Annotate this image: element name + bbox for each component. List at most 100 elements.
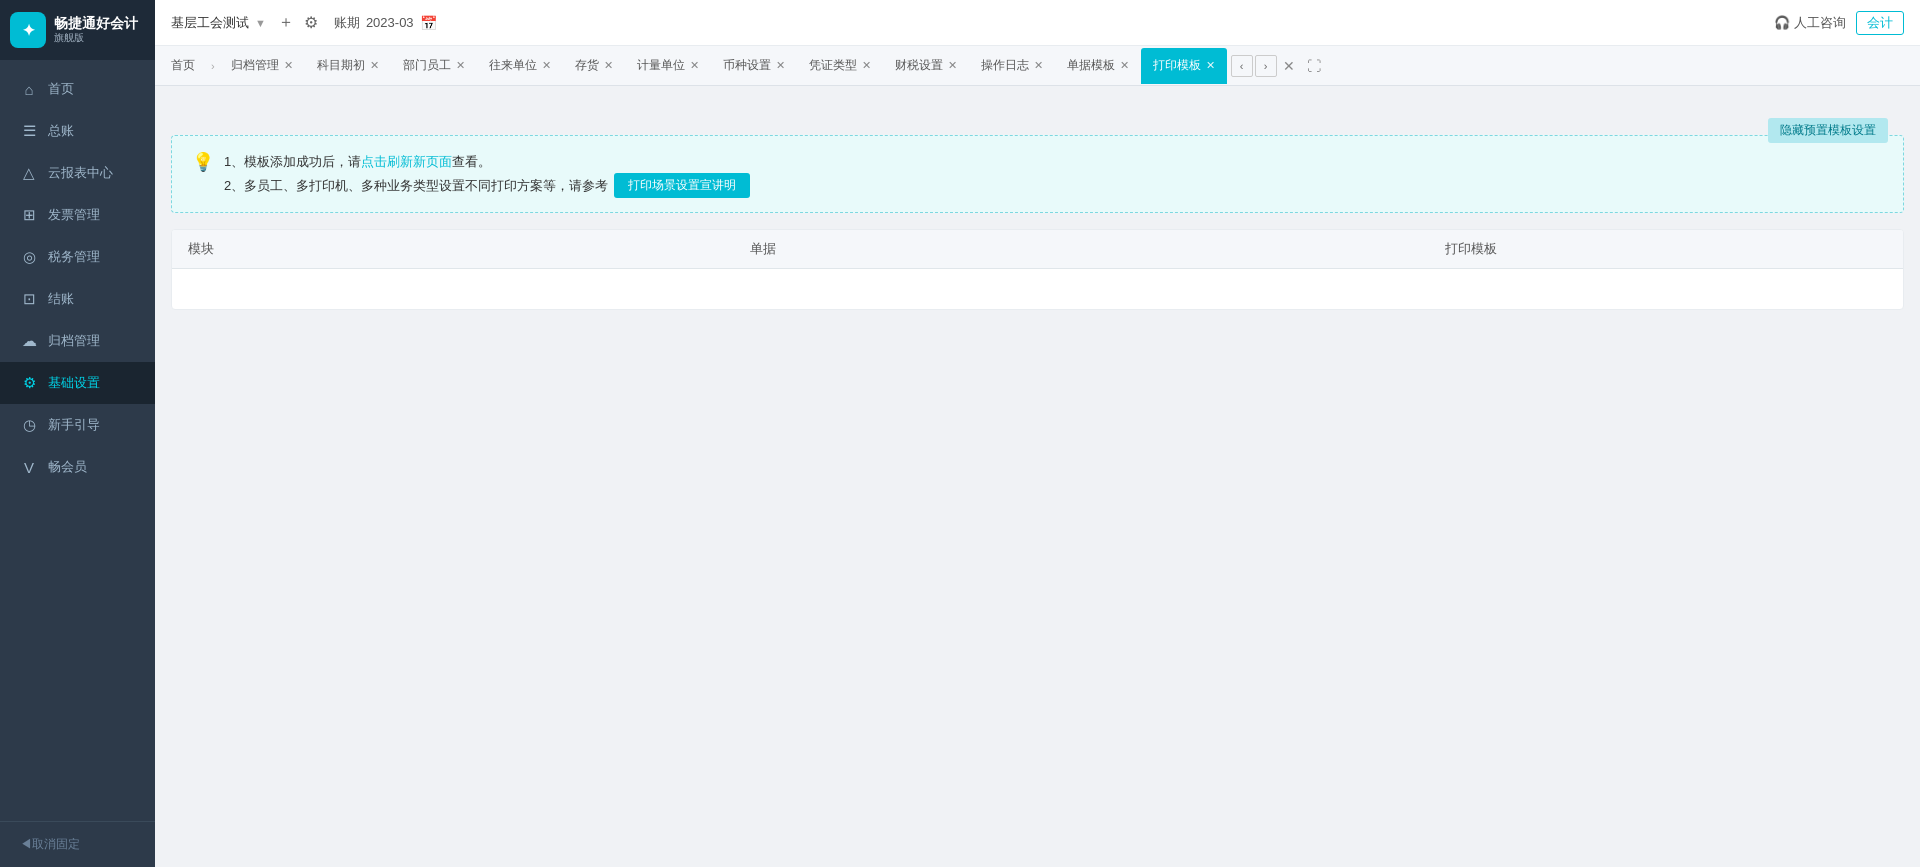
tab-supplier-label: 往来单位 bbox=[489, 57, 537, 74]
tab-sep: › bbox=[211, 60, 215, 72]
table-header: 模块 单据 打印模板 bbox=[172, 230, 1903, 269]
sidebar-label-archive: 归档管理 bbox=[48, 332, 100, 350]
tab-supplier[interactable]: 往来单位 ✕ bbox=[477, 48, 563, 84]
tab-measure[interactable]: 计量单位 ✕ bbox=[625, 48, 711, 84]
ledger-icon: ☰ bbox=[20, 122, 38, 140]
logo-text-block: 畅捷通好会计 旗舰版 bbox=[54, 15, 138, 46]
sidebar: ✦ 畅捷通好会计 旗舰版 ⌂ 首页 ☰ 总账 △ 云报表中心 ⊞ 发票管理 ◎ … bbox=[0, 0, 155, 867]
notice-text-2: 2、多员工、多打印机、多种业务类型设置不同打印方案等，请参考 bbox=[224, 174, 608, 197]
company-selector[interactable]: 基层工会测试 ▼ bbox=[171, 14, 266, 32]
tab-archive[interactable]: 归档管理 ✕ bbox=[219, 48, 305, 84]
tab-home[interactable]: 首页 bbox=[159, 48, 207, 84]
notice-line-2: 2、多员工、多打印机、多种业务类型设置不同打印方案等，请参考 打印场景设置宣讲明 bbox=[224, 173, 750, 198]
page-content: 隐藏预置模板设置 💡 1、模板添加成功后，请点击刷新新页面查看。 2、多员工、多… bbox=[155, 86, 1920, 867]
tab-simple-template-close-icon[interactable]: ✕ bbox=[1120, 59, 1129, 72]
account-type-badge[interactable]: 会计 bbox=[1856, 11, 1904, 35]
tab-currency[interactable]: 币种设置 ✕ bbox=[711, 48, 797, 84]
topbar: 基层工会测试 ▼ ＋ ⚙ 账期 2023-03 📅 🎧 人工咨询 会计 bbox=[155, 0, 1920, 46]
tab-operation-log-label: 操作日志 bbox=[981, 57, 1029, 74]
sidebar-label-ledger: 总账 bbox=[48, 122, 74, 140]
sidebar-item-invoice[interactable]: ⊞ 发票管理 bbox=[0, 194, 155, 236]
invoice-icon: ⊞ bbox=[20, 206, 38, 224]
sidebar-label-reports: 云报表中心 bbox=[48, 164, 113, 182]
sidebar-label-member: 畅会员 bbox=[48, 458, 87, 476]
tab-stock-close-icon[interactable]: ✕ bbox=[604, 59, 613, 72]
reports-icon: △ bbox=[20, 164, 38, 182]
content-wrapper: 隐藏预置模板设置 💡 1、模板添加成功后，请点击刷新新页面查看。 2、多员工、多… bbox=[171, 102, 1904, 310]
period-label: 账期 bbox=[334, 14, 360, 32]
table-col-voucher: 单据 bbox=[734, 240, 1429, 258]
tab-measure-close-icon[interactable]: ✕ bbox=[690, 59, 699, 72]
tab-subject[interactable]: 科目期初 ✕ bbox=[305, 48, 391, 84]
tab-operation-log[interactable]: 操作日志 ✕ bbox=[969, 48, 1055, 84]
member-icon: V bbox=[20, 459, 38, 476]
period-info: 账期 2023-03 📅 bbox=[334, 14, 437, 32]
tab-currency-close-icon[interactable]: ✕ bbox=[776, 59, 785, 72]
sidebar-label-guide: 新手引导 bbox=[48, 416, 100, 434]
headset-icon: 🎧 bbox=[1774, 15, 1790, 30]
tab-simple-template-label: 单据模板 bbox=[1067, 57, 1115, 74]
topbar-right: 🎧 人工咨询 会计 bbox=[1774, 11, 1904, 35]
add-tab-button[interactable]: ＋ bbox=[278, 12, 294, 33]
customer-service-button[interactable]: 🎧 人工咨询 bbox=[1774, 14, 1846, 32]
tab-supplier-close-icon[interactable]: ✕ bbox=[542, 59, 551, 72]
tab-tax-settings[interactable]: 财税设置 ✕ bbox=[883, 48, 969, 84]
sidebar-unpin-button[interactable]: ◀︎取消固定 bbox=[0, 821, 155, 867]
main-area: 基层工会测试 ▼ ＋ ⚙ 账期 2023-03 📅 🎧 人工咨询 会计 首页 ›… bbox=[155, 0, 1920, 867]
closing-icon: ⊡ bbox=[20, 290, 38, 308]
sidebar-item-member[interactable]: V 畅会员 bbox=[0, 446, 155, 488]
tab-tax-settings-label: 财税设置 bbox=[895, 57, 943, 74]
hide-preset-templates-button[interactable]: 隐藏预置模板设置 bbox=[1768, 118, 1888, 143]
tab-archive-close-icon[interactable]: ✕ bbox=[284, 59, 293, 72]
expand-button[interactable]: ⛶ bbox=[1301, 56, 1327, 76]
tab-department-label: 部门员工 bbox=[403, 57, 451, 74]
sidebar-label-home: 首页 bbox=[48, 80, 74, 98]
tab-stock-label: 存货 bbox=[575, 57, 599, 74]
notice-row: 💡 1、模板添加成功后，请点击刷新新页面查看。 2、多员工、多打印机、多种业务类… bbox=[192, 150, 1883, 198]
sidebar-item-reports[interactable]: △ 云报表中心 bbox=[0, 152, 155, 194]
sidebar-item-archive[interactable]: ☁ 归档管理 bbox=[0, 320, 155, 362]
sidebar-item-ledger[interactable]: ☰ 总账 bbox=[0, 110, 155, 152]
tab-operation-log-close-icon[interactable]: ✕ bbox=[1034, 59, 1043, 72]
sidebar-nav: ⌂ 首页 ☰ 总账 △ 云报表中心 ⊞ 发票管理 ◎ 税务管理 ⊡ 结账 ☁ 归… bbox=[0, 60, 155, 821]
calendar-icon[interactable]: 📅 bbox=[420, 15, 437, 31]
notice-text-1b: 查看。 bbox=[452, 154, 491, 169]
sidebar-item-settings[interactable]: ⚙ 基础设置 bbox=[0, 362, 155, 404]
tab-subject-label: 科目期初 bbox=[317, 57, 365, 74]
notice-text-1: 1、模板添加成功后，请 bbox=[224, 154, 361, 169]
sidebar-item-closing[interactable]: ⊡ 结账 bbox=[0, 278, 155, 320]
archive-icon: ☁ bbox=[20, 332, 38, 350]
tab-department[interactable]: 部门员工 ✕ bbox=[391, 48, 477, 84]
logo-icon: ✦ bbox=[10, 12, 46, 48]
sidebar-item-tax[interactable]: ◎ 税务管理 bbox=[0, 236, 155, 278]
topbar-actions: ＋ ⚙ bbox=[278, 12, 318, 33]
tab-prev-button[interactable]: ‹ bbox=[1231, 55, 1253, 77]
tab-next-button[interactable]: › bbox=[1255, 55, 1277, 77]
tab-simple-template[interactable]: 单据模板 ✕ bbox=[1055, 48, 1141, 84]
tab-department-close-icon[interactable]: ✕ bbox=[456, 59, 465, 72]
tab-voucher-type[interactable]: 凭证类型 ✕ bbox=[797, 48, 883, 84]
tab-tax-settings-close-icon[interactable]: ✕ bbox=[948, 59, 957, 72]
tab-voucher-type-label: 凭证类型 bbox=[809, 57, 857, 74]
settings-gear-button[interactable]: ⚙ bbox=[304, 13, 318, 32]
table-body bbox=[172, 269, 1903, 309]
tab-voucher-type-close-icon[interactable]: ✕ bbox=[862, 59, 871, 72]
sidebar-item-guide[interactable]: ◷ 新手引导 bbox=[0, 404, 155, 446]
tab-stock[interactable]: 存货 ✕ bbox=[563, 48, 625, 84]
sidebar-item-home[interactable]: ⌂ 首页 bbox=[0, 68, 155, 110]
logo-sub: 旗舰版 bbox=[54, 31, 138, 45]
tab-print-template-close-icon[interactable]: ✕ bbox=[1206, 59, 1215, 72]
tab-measure-label: 计量单位 bbox=[637, 57, 685, 74]
tab-subject-close-icon[interactable]: ✕ bbox=[370, 59, 379, 72]
close-all-tabs-button[interactable]: ✕ bbox=[1277, 56, 1301, 76]
tab-print-template[interactable]: 打印模板 ✕ bbox=[1141, 48, 1227, 84]
refresh-link[interactable]: 点击刷新新页面 bbox=[361, 154, 452, 169]
tab-print-template-label: 打印模板 bbox=[1153, 57, 1201, 74]
notice-box: 💡 1、模板添加成功后，请点击刷新新页面查看。 2、多员工、多打印机、多种业务类… bbox=[171, 135, 1904, 213]
data-table: 模块 单据 打印模板 bbox=[171, 229, 1904, 310]
customer-service-label: 人工咨询 bbox=[1794, 14, 1846, 32]
home-icon: ⌂ bbox=[20, 81, 38, 98]
notice-content: 1、模板添加成功后，请点击刷新新页面查看。 2、多员工、多打印机、多种业务类型设… bbox=[224, 150, 750, 198]
print-scene-button[interactable]: 打印场景设置宣讲明 bbox=[614, 173, 750, 198]
sidebar-label-closing: 结账 bbox=[48, 290, 74, 308]
